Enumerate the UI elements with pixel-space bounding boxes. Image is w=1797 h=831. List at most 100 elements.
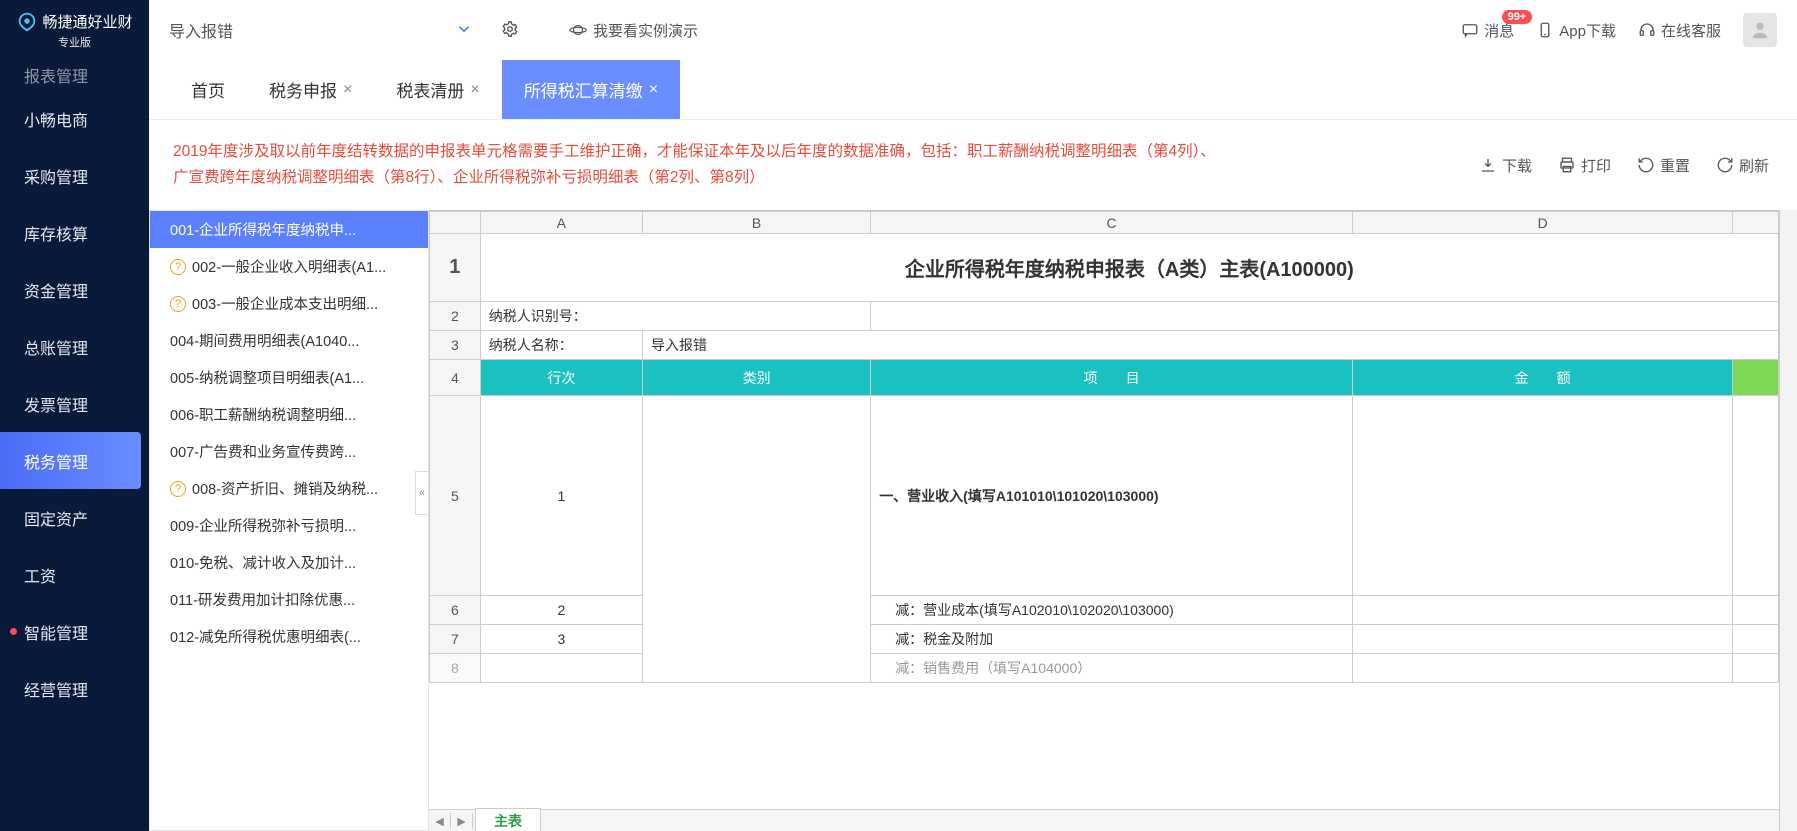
form-list-item[interactable]: 004-期间费用明细表(A1040... (150, 322, 428, 359)
close-icon[interactable]: × (343, 81, 352, 99)
form-list-item[interactable]: 012-减免所得税优惠明细表(... (150, 618, 428, 655)
search-chevron-down-icon[interactable] (437, 20, 491, 41)
form-list-item[interactable]: 009-企业所得税弥补亏损明... (150, 507, 428, 544)
tab-income-tax[interactable]: 所得税汇算清缴× (502, 60, 680, 119)
sidebar-item[interactable]: 经营管理 (0, 660, 149, 717)
form-list-item[interactable]: 010-免税、减计收入及加计... (150, 544, 428, 581)
customer-service-button[interactable]: 在线客服 (1638, 20, 1721, 41)
form-list-item[interactable]: ?002-一般企业收入明细表(A1... (150, 248, 428, 285)
sidebar-item[interactable]: 发票管理 (0, 375, 149, 432)
settings-gear-icon[interactable] (491, 20, 529, 41)
collapse-handle[interactable]: « (415, 471, 429, 515)
brand-name: 畅捷通好业财 (42, 11, 132, 32)
sheet-tab[interactable]: 主表 (475, 808, 541, 831)
col-header[interactable]: C (871, 212, 1353, 234)
cell[interactable]: 减：营业成本(填写A102010\102020\103000) (871, 596, 1353, 625)
table-header (1733, 360, 1779, 396)
row-header[interactable]: 6 (430, 596, 481, 625)
cell[interactable] (1352, 625, 1732, 654)
sidebar-item[interactable]: 资金管理 (0, 261, 149, 318)
search-area[interactable]: 导入报错 (169, 18, 529, 42)
row-header[interactable]: 3 (430, 331, 481, 360)
help-icon: ? (170, 481, 186, 497)
notification-dot-icon (10, 628, 17, 635)
table-header: 类别 (642, 360, 870, 396)
form-list-item[interactable]: 006-职工薪酬纳税调整明细... (150, 396, 428, 433)
cell[interactable]: 3 (480, 625, 642, 654)
form-list-item[interactable]: ?008-资产折旧、摊销及纳税... (150, 470, 428, 507)
taxpayer-id-value[interactable] (871, 302, 1779, 331)
row-header[interactable]: 2 (430, 302, 481, 331)
cell[interactable] (1733, 654, 1779, 683)
tab-tax-list[interactable]: 税表清册× (374, 60, 501, 119)
row-header[interactable]: 1 (430, 234, 481, 302)
taxpayer-name-value[interactable]: 导入报错 (642, 331, 1778, 360)
col-header[interactable] (1733, 212, 1779, 234)
cell-category[interactable] (642, 396, 870, 683)
tab-home[interactable]: 首页 (169, 60, 247, 119)
taxpayer-name-label[interactable]: 纳税人名称： (480, 331, 642, 360)
form-list-item[interactable]: 011-研发费用加计扣除优惠... (150, 581, 428, 618)
cell[interactable]: 减：税金及附加 (871, 625, 1353, 654)
col-header[interactable]: A (480, 212, 642, 234)
search-text: 导入报错 (169, 18, 437, 42)
row-header[interactable]: 8 (430, 654, 481, 683)
cell[interactable]: 减：销售费用（填写A104000） (871, 654, 1353, 683)
row-header[interactable]: 5 (430, 396, 481, 596)
download-button[interactable]: 下载 (1479, 155, 1532, 176)
cell[interactable] (1352, 596, 1732, 625)
col-header[interactable]: D (1352, 212, 1732, 234)
user-avatar[interactable] (1743, 13, 1777, 47)
sidebar-item[interactable]: 小畅电商 (0, 90, 149, 147)
tab-tax-declare[interactable]: 税务申报× (247, 60, 374, 119)
demo-link[interactable]: 我要看实例演示 (569, 20, 698, 41)
cell[interactable]: 一、营业收入(填写A101010\101020\103000) (871, 396, 1353, 596)
sheet-title[interactable]: 企业所得税年度纳税申报表（A类）主表(A100000) (480, 234, 1778, 302)
scroll-right-icon[interactable]: ► (451, 813, 473, 829)
form-list-item[interactable]: 005-纳税调整项目明细表(A1... (150, 359, 428, 396)
scroll-left-icon[interactable]: ◄ (429, 813, 451, 829)
sidebar-item[interactable]: 总账管理 (0, 318, 149, 375)
help-icon: ? (170, 259, 186, 275)
sheet-corner[interactable] (430, 212, 481, 234)
help-icon: ? (170, 296, 186, 312)
form-list-item[interactable]: ?003-一般企业成本支出明细... (150, 285, 428, 322)
taxpayer-id-label[interactable]: 纳税人识别号： (480, 302, 870, 331)
sidebar-item[interactable]: 库存核算 (0, 204, 149, 261)
messages-button[interactable]: 消息 99+ (1461, 20, 1514, 41)
cell[interactable] (1352, 396, 1732, 596)
sheet-footer: ◄ ► 主表 (429, 809, 1779, 831)
sidebar-item[interactable]: 采购管理 (0, 147, 149, 204)
print-icon (1558, 156, 1576, 174)
tab-bar: 首页 税务申报× 税表清册× 所得税汇算清缴× (149, 60, 1797, 120)
warning-text: 2019年度涉及取以前年度结转数据的申报表单元格需要手工维护正确，才能保证本年及… (173, 139, 1223, 192)
table-header: 项 目 (871, 360, 1353, 396)
close-icon[interactable]: × (470, 81, 479, 99)
cell[interactable] (1733, 596, 1779, 625)
close-icon[interactable]: × (649, 81, 658, 99)
form-list-item[interactable]: 001-企业所得税年度纳税申... (150, 211, 428, 248)
sidebar-item[interactable]: 智能管理 (0, 603, 149, 660)
vertical-scrollbar[interactable] (1779, 210, 1797, 831)
refresh-button[interactable]: 刷新 (1716, 155, 1769, 176)
form-list-item[interactable]: 007-广告费和业务宣传费跨... (150, 433, 428, 470)
cell[interactable] (480, 654, 642, 683)
sidebar-item[interactable]: 固定资产 (0, 489, 149, 546)
messages-badge: 99+ (1502, 10, 1533, 24)
print-button[interactable]: 打印 (1558, 155, 1611, 176)
person-icon (1749, 19, 1771, 41)
row-header[interactable]: 4 (430, 360, 481, 396)
cell[interactable]: 1 (480, 396, 642, 596)
col-header[interactable]: B (642, 212, 870, 234)
cell[interactable] (1352, 654, 1732, 683)
cell[interactable] (1733, 625, 1779, 654)
row-header[interactable]: 7 (430, 625, 481, 654)
logo-icon (16, 11, 38, 33)
app-download-button[interactable]: App下载 (1536, 20, 1616, 41)
sidebar-item[interactable]: 工资 (0, 546, 149, 603)
cell[interactable]: 2 (480, 596, 642, 625)
sidebar-item[interactable]: 报表管理 (0, 60, 149, 90)
sidebar-item-tax[interactable]: 税务管理 (0, 432, 141, 489)
reset-button[interactable]: 重置 (1637, 155, 1690, 176)
cell[interactable] (1733, 396, 1779, 596)
